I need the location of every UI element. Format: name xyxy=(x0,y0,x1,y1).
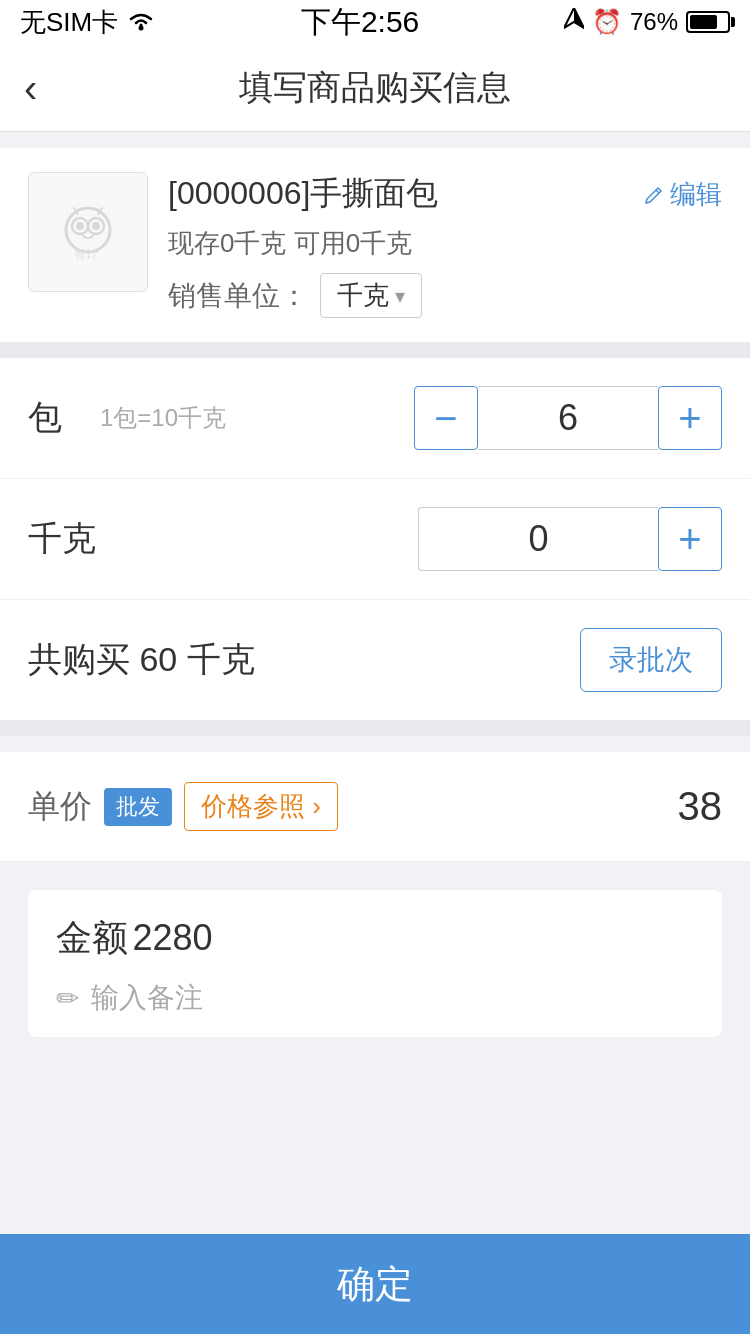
unit-label: 销售单位： xyxy=(168,277,308,315)
price-section: 单价 批发 价格参照 › 38 xyxy=(0,752,750,862)
page-title: 填写商品购买信息 xyxy=(239,65,511,111)
package-hint: 1包=10千克 xyxy=(100,402,414,434)
price-label: 单价 xyxy=(28,785,92,829)
svg-point-0 xyxy=(139,25,144,30)
product-image: 智计 xyxy=(28,172,148,292)
amount-row: 金额 2280 ✏ 输入备注 xyxy=(28,890,722,1037)
amount-value: 2280 xyxy=(132,917,212,958)
battery-percent: 76% xyxy=(630,8,678,36)
unit-selector[interactable]: 千克 ▾ xyxy=(320,273,422,318)
product-stock: 现存0千克 可用0千克 xyxy=(168,226,722,261)
confirm-label: 确定 xyxy=(337,1259,413,1310)
svg-marker-2 xyxy=(574,8,584,28)
svg-point-6 xyxy=(76,222,84,230)
amount-section: 金额 2280 ✏ 输入备注 xyxy=(0,862,750,1053)
package-label: 包 xyxy=(28,395,88,441)
product-info: [0000006]手撕面包 编辑 现存0千克 可用0千克 销售单位： 千克 ▾ xyxy=(168,172,722,318)
svg-text:智计: 智计 xyxy=(74,247,98,261)
location-icon xyxy=(564,8,584,36)
status-left: 无SIM卡 xyxy=(20,5,156,40)
edit-button[interactable]: 编辑 xyxy=(644,177,722,212)
time-display: 下午2:56 xyxy=(301,2,419,43)
alarm-icon: ⏰ xyxy=(592,8,622,36)
package-decrement-button[interactable]: − xyxy=(414,386,478,450)
separator-1 xyxy=(0,342,750,358)
back-button[interactable]: ‹ xyxy=(24,68,37,108)
input-section: 包 1包=10千克 − + 千克 + 共购买 60 千克 录批次 xyxy=(0,358,750,720)
remark-placeholder: 输入备注 xyxy=(91,979,203,1017)
kg-increment-button[interactable]: + xyxy=(658,507,722,571)
product-unit-row: 销售单位： 千克 ▾ xyxy=(168,273,722,318)
nav-bar: ‹ 填写商品购买信息 xyxy=(0,44,750,132)
carrier-text: 无SIM卡 xyxy=(20,5,118,40)
kg-row: 千克 + xyxy=(0,479,750,600)
price-value: 38 xyxy=(678,784,723,829)
kg-quantity-input[interactable] xyxy=(418,507,658,571)
product-name-row: [0000006]手撕面包 编辑 xyxy=(168,172,722,216)
status-right: ⏰ 76% xyxy=(564,8,730,36)
chevron-down-icon: ▾ xyxy=(395,284,405,308)
edit-icon xyxy=(644,183,666,205)
price-tag-badge: 批发 xyxy=(104,788,172,826)
package-quantity-input[interactable] xyxy=(478,386,658,450)
svg-point-7 xyxy=(92,222,100,230)
package-row: 包 1包=10千克 − + xyxy=(0,358,750,479)
confirm-button[interactable]: 确定 xyxy=(0,1234,750,1334)
pencil-icon: ✏ xyxy=(56,982,79,1015)
batch-button[interactable]: 录批次 xyxy=(580,628,722,692)
status-bar: 无SIM卡 下午2:56 ⏰ 76% xyxy=(0,0,750,44)
total-row: 共购买 60 千克 录批次 xyxy=(0,600,750,720)
remark-row[interactable]: ✏ 输入备注 xyxy=(56,979,694,1017)
kg-quantity-control: + xyxy=(418,507,722,571)
wifi-icon xyxy=(126,7,156,38)
price-row: 单价 批发 价格参照 › 38 xyxy=(0,752,750,862)
amount-label: 金额 xyxy=(56,917,128,958)
package-increment-button[interactable]: + xyxy=(658,386,722,450)
amount-label-row: 金额 2280 xyxy=(56,914,694,963)
kg-label: 千克 xyxy=(28,516,96,562)
product-card: 智计 [0000006]手撕面包 编辑 现存0千克 可用0千克 销售单位： 千克… xyxy=(0,148,750,342)
package-quantity-control: − + xyxy=(414,386,722,450)
product-name: [0000006]手撕面包 xyxy=(168,172,438,216)
battery-icon xyxy=(686,11,730,33)
price-reference-button[interactable]: 价格参照 › xyxy=(184,782,338,831)
separator-2 xyxy=(0,720,750,736)
product-logo: 智计 xyxy=(48,202,128,262)
total-text: 共购买 60 千克 xyxy=(28,637,255,683)
unit-value: 千克 xyxy=(337,278,389,313)
